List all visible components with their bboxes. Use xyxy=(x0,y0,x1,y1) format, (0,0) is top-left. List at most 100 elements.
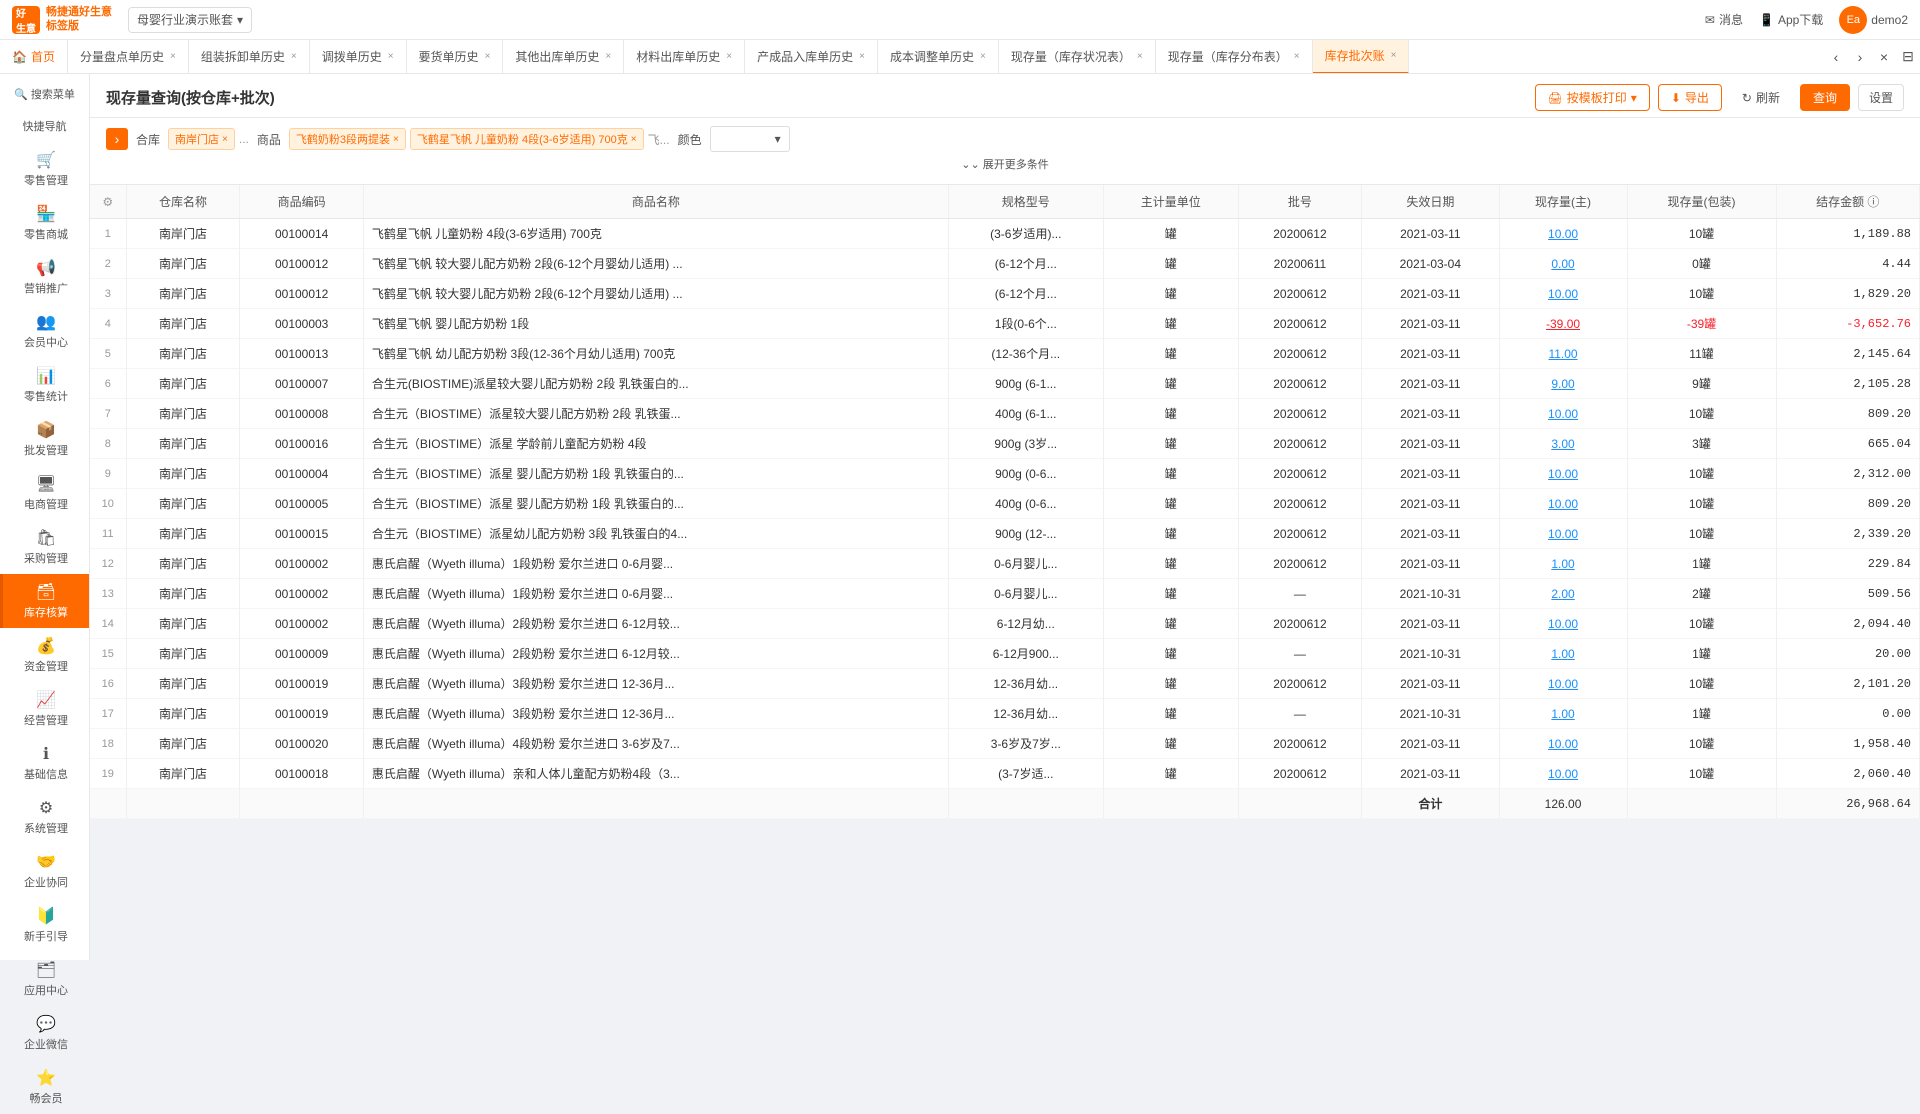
cell-batch: 20200612 xyxy=(1238,399,1361,429)
cell-amount: 2,339.20 xyxy=(1776,519,1919,549)
color-select-button[interactable]: ▾ xyxy=(710,126,790,152)
warehouse-ellipsis[interactable]: ... xyxy=(239,132,249,146)
cell-unit: 罐 xyxy=(1103,549,1238,579)
tab-inventory-status[interactable]: 现存量（库存状况表） × xyxy=(999,40,1156,74)
cell-batch: 20200612 xyxy=(1238,669,1361,699)
product-tag-close-1[interactable]: × xyxy=(631,134,637,145)
cell-unit: 罐 xyxy=(1103,669,1238,699)
tab-close-split-inventory[interactable]: × xyxy=(170,51,176,62)
sidebar-item-member[interactable]: ⭐ 畅会员 xyxy=(0,1060,89,1114)
quick-nav-button[interactable]: 快捷导航 xyxy=(0,114,89,138)
search-menu-input[interactable]: 🔍 搜索菜单 xyxy=(8,82,81,106)
cell-qty-main[interactable]: -39.00 xyxy=(1499,309,1627,339)
tab-mix[interactable]: 调拨单历史 × xyxy=(310,40,407,74)
column-settings-icon[interactable]: ⚙ xyxy=(102,195,113,209)
sidebar-item-wholesale[interactable]: 📦 批发管理 xyxy=(0,412,89,466)
sidebar-item-app-center[interactable]: 🗂 应用中心 xyxy=(0,952,89,1006)
tab-disassemble[interactable]: 组装拆卸单历史 × xyxy=(189,40,310,74)
cell-code: 00100020 xyxy=(240,729,363,759)
tab-production-inbound[interactable]: 产成品入库单历史 × xyxy=(745,40,878,74)
tab-home[interactable]: 🏠 首页 xyxy=(0,40,68,74)
tab-requisition[interactable]: 要货单历史 × xyxy=(407,40,504,74)
export-button[interactable]: ⬇ 导出 xyxy=(1658,84,1722,111)
cell-unit: 罐 xyxy=(1103,339,1238,369)
sidebar-item-operations[interactable]: 📈 经营管理 xyxy=(0,682,89,736)
table-container[interactable]: ⚙ 仓库名称 商品编码 商品名称 规格型号 主计量单位 批号 失效日期 现存量(… xyxy=(90,185,1920,960)
cell-qty-main[interactable]: 10.00 xyxy=(1499,489,1627,519)
tab-close-material-outbound[interactable]: × xyxy=(726,51,732,62)
tab-material-outbound[interactable]: 材料出库单历史 × xyxy=(624,40,745,74)
tab-close-mix[interactable]: × xyxy=(388,51,394,62)
cell-code: 00100014 xyxy=(240,219,363,249)
sidebar-item-system[interactable]: ⚙ 系统管理 xyxy=(0,790,89,844)
sidebar-item-retail-mall[interactable]: 🏪 零售商城 xyxy=(0,196,89,250)
tab-close-inventory-status[interactable]: × xyxy=(1137,51,1143,62)
col-settings[interactable]: ⚙ xyxy=(90,185,126,219)
tab-batch-voucher[interactable]: 库存批次账 × xyxy=(1313,40,1410,74)
tab-split-inventory[interactable]: 分量盘点单历史 × xyxy=(68,40,189,74)
tab-close-production-inbound[interactable]: × xyxy=(859,51,865,62)
summary-amount-total: 26,968.64 xyxy=(1776,789,1919,819)
cell-qty-main[interactable]: 1.00 xyxy=(1499,699,1627,729)
industry-selector[interactable]: 母婴行业演示账套 ▾ xyxy=(128,7,252,33)
user-avatar[interactable]: Ea demo2 xyxy=(1839,6,1908,34)
sidebar-item-purchase[interactable]: 🛍 采购管理 xyxy=(0,520,89,574)
cell-qty-main[interactable]: 10.00 xyxy=(1499,669,1627,699)
tab-menu[interactable]: ⊟ xyxy=(1896,40,1920,74)
tab-close-requisition[interactable]: × xyxy=(485,51,491,62)
cell-qty-main[interactable]: 1.00 xyxy=(1499,639,1627,669)
sidebar-item-retail[interactable]: 🛒 零售管理 xyxy=(0,142,89,196)
tab-close-batch-voucher[interactable]: × xyxy=(1391,50,1397,61)
sidebar-item-enterprise-wechat[interactable]: 💬 企业微信 xyxy=(0,1006,89,1060)
cell-qty-main[interactable]: 2.00 xyxy=(1499,579,1627,609)
tab-close-current[interactable]: × xyxy=(1872,40,1896,74)
product-tag-close-0[interactable]: × xyxy=(393,134,399,145)
tab-cost-adjust[interactable]: 成本调整单历史 × xyxy=(878,40,999,74)
cell-qty-main[interactable]: 10.00 xyxy=(1499,399,1627,429)
product-ellipsis[interactable]: 飞... xyxy=(648,131,670,148)
cell-qty-main[interactable]: 10.00 xyxy=(1499,279,1627,309)
warehouse-tag-close-0[interactable]: × xyxy=(222,134,228,145)
query-button[interactable]: 查询 xyxy=(1800,84,1850,111)
cell-warehouse: 南岸门店 xyxy=(126,399,240,429)
sidebar-item-enterprise[interactable]: 🤝 企业协同 xyxy=(0,844,89,898)
settings-button[interactable]: 设置 xyxy=(1858,84,1904,111)
sidebar-item-members[interactable]: 👥 会员中心 xyxy=(0,304,89,358)
tab-close-inventory-distribution[interactable]: × xyxy=(1294,51,1300,62)
message-button[interactable]: ✉ 消息 xyxy=(1705,11,1743,28)
sidebar-item-retail-stats[interactable]: 📊 零售统计 xyxy=(0,358,89,412)
cell-qty-main[interactable]: 9.00 xyxy=(1499,369,1627,399)
tab-other-outbound[interactable]: 其他出库单历史 × xyxy=(503,40,624,74)
tab-nav-right[interactable]: › xyxy=(1848,40,1872,74)
sidebar-item-finance[interactable]: 💰 资金管理 xyxy=(0,628,89,682)
refresh-button[interactable]: ↻ 刷新 xyxy=(1730,85,1792,110)
cell-qty-main[interactable]: 10.00 xyxy=(1499,759,1627,789)
print-button[interactable]: 🖨 按模板打印 ▾ xyxy=(1535,84,1650,111)
sidebar-item-new-guide[interactable]: 🔰 新手引导 xyxy=(0,898,89,952)
app-download-button[interactable]: 📱 App下载 xyxy=(1759,11,1823,28)
tab-close-other-outbound[interactable]: × xyxy=(605,51,611,62)
expand-more-button[interactable]: ⌄⌄ 展开更多条件 xyxy=(106,152,1904,176)
cell-qty-main[interactable]: 10.00 xyxy=(1499,459,1627,489)
product-tag-0[interactable]: 飞鹤奶粉3段两提装 × xyxy=(289,128,406,150)
cell-qty-main[interactable]: 10.00 xyxy=(1499,729,1627,759)
tab-nav-left[interactable]: ‹ xyxy=(1824,40,1848,74)
filter-expand-button[interactable]: › xyxy=(106,128,128,150)
tab-inventory-distribution[interactable]: 现存量（库存分布表） × xyxy=(1156,40,1313,74)
cell-qty-main[interactable]: 10.00 xyxy=(1499,609,1627,639)
sidebar-item-basics[interactable]: ℹ 基础信息 xyxy=(0,736,89,790)
sidebar-item-inventory[interactable]: 🗃 库存核算 xyxy=(0,574,89,628)
cell-qty-main[interactable]: 10.00 xyxy=(1499,219,1627,249)
sidebar-item-marketing[interactable]: 📢 营销推广 xyxy=(0,250,89,304)
tab-close-disassemble[interactable]: × xyxy=(291,51,297,62)
cell-qty-main[interactable]: 1.00 xyxy=(1499,549,1627,579)
warehouse-tag-0[interactable]: 南岸门店 × xyxy=(168,128,235,150)
cell-qty-main[interactable]: 3.00 xyxy=(1499,429,1627,459)
sidebar-item-ecommerce[interactable]: 🖥 电商管理 xyxy=(0,466,89,520)
cell-qty-main[interactable]: 10.00 xyxy=(1499,519,1627,549)
product-tag-1[interactable]: 飞鹤星飞帆 儿童奶粉 4段(3-6岁适用) 700克 × xyxy=(410,128,644,150)
tab-close-cost-adjust[interactable]: × xyxy=(980,51,986,62)
cell-qty-main[interactable]: 0.00 xyxy=(1499,249,1627,279)
search-menu-button[interactable]: 🔍 搜索菜单 xyxy=(0,74,89,114)
cell-qty-main[interactable]: 11.00 xyxy=(1499,339,1627,369)
